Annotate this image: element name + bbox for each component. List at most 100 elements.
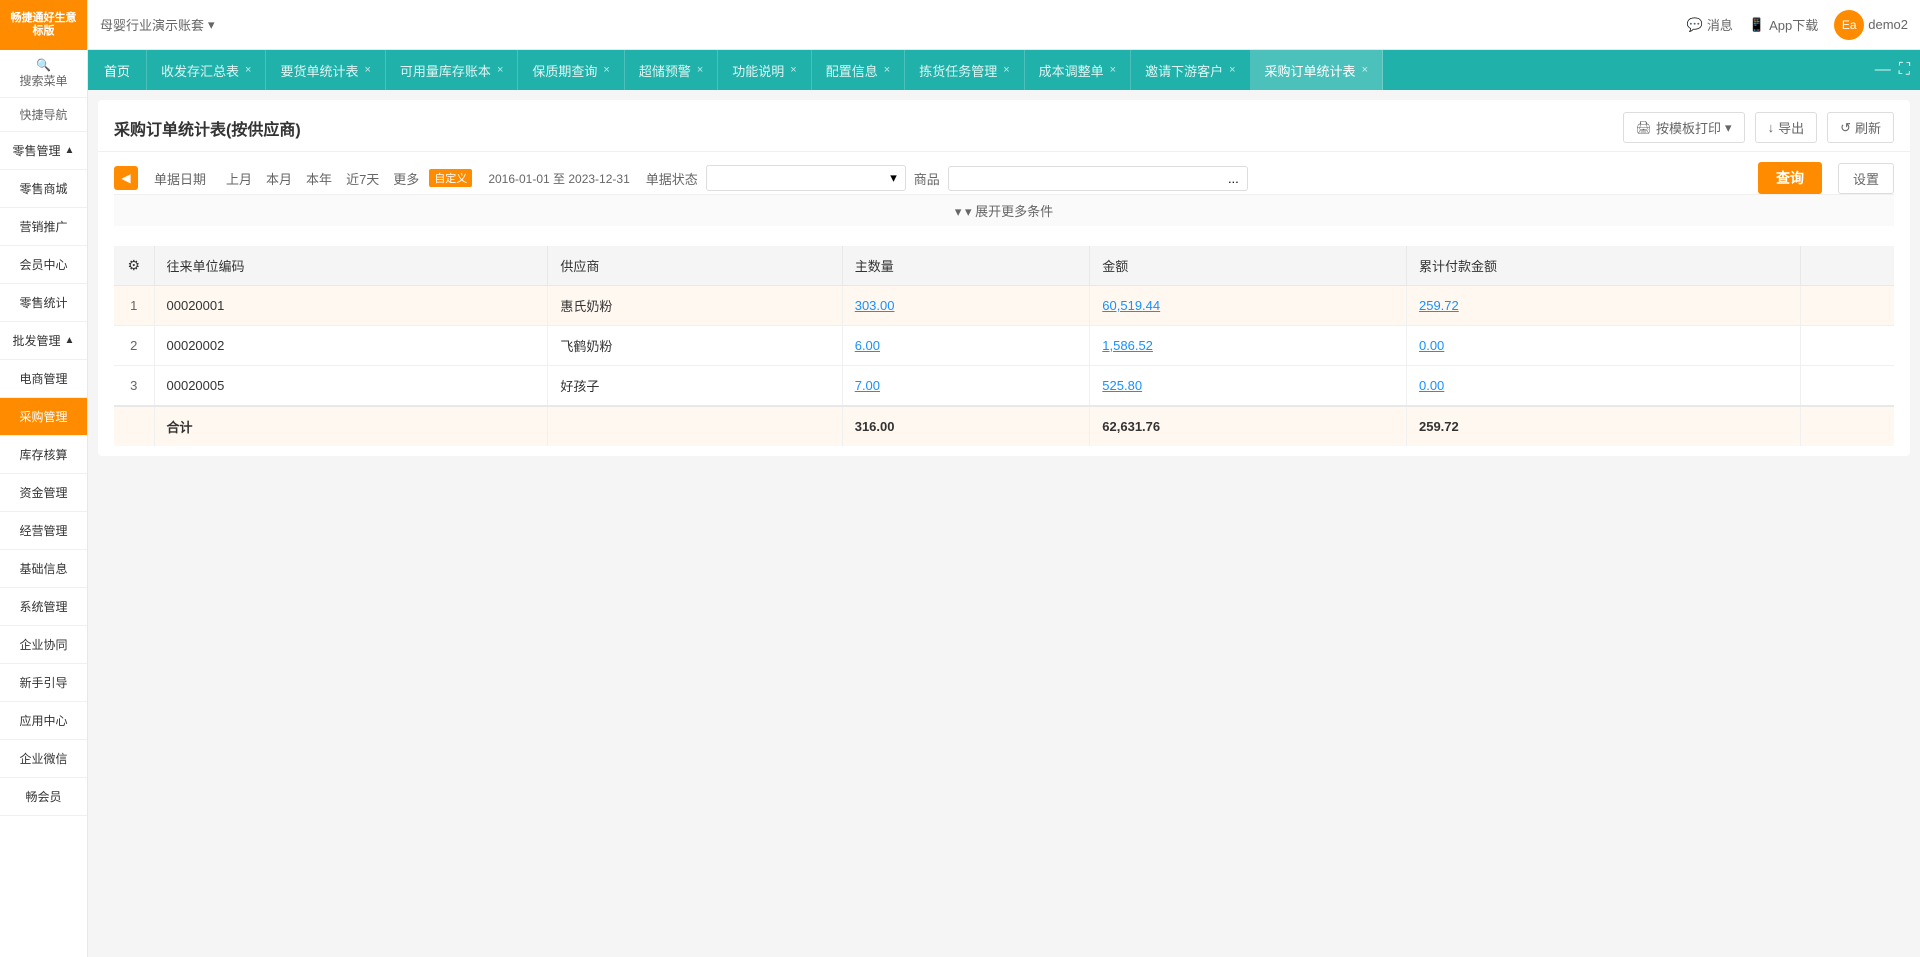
- sidebar: 畅捷通好生意 标版 🔍 搜索菜单 快捷导航 零售管理 ▲ 零售商城 营销推广 会…: [0, 0, 88, 957]
- sidebar-label-corpwechat: 企业微信: [19, 750, 67, 767]
- tab-inventory-book[interactable]: 可用量库存账本 ×: [386, 50, 518, 90]
- sidebar-item-retail-stat[interactable]: 零售统计: [0, 284, 87, 322]
- tab-close-funcguide[interactable]: ×: [790, 64, 796, 76]
- tab-label-invitecust: 邀请下游客户: [1145, 61, 1223, 80]
- export-button[interactable]: ↓ 导出: [1755, 112, 1818, 143]
- settings-icon[interactable]: ⚙: [127, 257, 140, 273]
- sidebar-label-finance: 资金管理: [19, 484, 67, 501]
- sidebar-item-finance[interactable]: 资金管理: [0, 474, 87, 512]
- tab-label-funcguide: 功能说明: [732, 61, 784, 80]
- tab-label-order-stat: 要货单统计表: [280, 61, 358, 80]
- tab-close-inventory-book[interactable]: ×: [497, 64, 503, 76]
- tab-bar-actions: — ⛶: [1865, 61, 1920, 79]
- toggle-icon: ◀: [121, 171, 130, 185]
- sidebar-item-collab[interactable]: 企业协同: [0, 626, 87, 664]
- search-button[interactable]: 查询: [1758, 162, 1822, 194]
- avatar: Ea: [1834, 10, 1864, 40]
- tab-purchase-stat[interactable]: 采购订单统计表 ×: [1251, 50, 1383, 90]
- refresh-button[interactable]: ↺ 刷新: [1827, 112, 1894, 143]
- sidebar-item-wholesale[interactable]: 批发管理 ▲: [0, 322, 87, 360]
- sidebar-item-basic[interactable]: 基础信息: [0, 550, 87, 588]
- tab-expiry[interactable]: 保质期查询 ×: [518, 50, 624, 90]
- sidebar-item-appcenter[interactable]: 应用中心: [0, 702, 87, 740]
- sidebar-item-corpwechat[interactable]: 企业微信: [0, 740, 87, 778]
- tab-close-expiry[interactable]: ×: [603, 64, 609, 76]
- print-button[interactable]: 🖨 按模板打印 ▾: [1623, 112, 1745, 143]
- date-opt-thisyear[interactable]: 本年: [302, 167, 336, 190]
- account-selector[interactable]: 母婴行业演示账套 ▾: [100, 15, 215, 34]
- tab-close-order-stat[interactable]: ×: [364, 64, 370, 76]
- user-profile[interactable]: Ea demo2: [1834, 10, 1908, 40]
- expand-more-button[interactable]: ▾ ▾ 展开更多条件: [114, 194, 1894, 226]
- date-opt-thismonth[interactable]: 本月: [262, 167, 296, 190]
- sidebar-label-system: 系统管理: [19, 598, 67, 615]
- tab-costadj[interactable]: 成本调整单 ×: [1025, 50, 1131, 90]
- sidebar-item-search[interactable]: 🔍 搜索菜单: [0, 50, 87, 98]
- username: demo2: [1868, 17, 1908, 32]
- tab-config[interactable]: 配置信息 ×: [812, 50, 905, 90]
- top-bar-right: 💬 消息 📱 App下载 Ea demo2: [1687, 10, 1908, 40]
- sidebar-label-marketing: 营销推广: [19, 218, 67, 235]
- chevron-down-icon3: ▾: [208, 17, 215, 33]
- app-download-button[interactable]: 📱 App下载: [1749, 15, 1818, 34]
- tab-invitecust[interactable]: 邀请下游客户 ×: [1131, 50, 1250, 90]
- refresh-label: 刷新: [1855, 118, 1881, 137]
- date-opt-7days[interactable]: 近7天: [342, 167, 383, 190]
- date-range-display: 2016-01-01 至 2023-12-31: [488, 170, 629, 187]
- sidebar-item-member2[interactable]: 畅会员: [0, 778, 87, 816]
- tab-order-stat[interactable]: 要货单统计表 ×: [266, 50, 385, 90]
- tab-maximize-icon[interactable]: ⛶: [1899, 61, 1910, 79]
- sidebar-label-basic: 基础信息: [19, 560, 67, 577]
- date-opt-more[interactable]: 更多: [389, 167, 423, 190]
- tab-taskmanage[interactable]: 拣货任务管理 ×: [905, 50, 1024, 90]
- tab-close-costadj[interactable]: ×: [1110, 64, 1116, 76]
- goods-input[interactable]: ...: [948, 166, 1248, 191]
- tab-label-expiry: 保质期查询: [532, 61, 597, 80]
- tab-close-overstock[interactable]: ×: [697, 64, 703, 76]
- tab-funcguide[interactable]: 功能说明 ×: [718, 50, 811, 90]
- sidebar-item-system[interactable]: 系统管理: [0, 588, 87, 626]
- page-content: 采购订单统计表(按供应商) 🖨 按模板打印 ▾ ↓ 导出 ↺ 刷新: [88, 90, 1920, 957]
- settings-button[interactable]: 设置: [1838, 163, 1894, 194]
- sidebar-item-member[interactable]: 会员中心: [0, 246, 87, 284]
- tab-overstock[interactable]: 超储预警 ×: [625, 50, 718, 90]
- page-title: 采购订单统计表(按供应商): [114, 116, 301, 140]
- sidebar-item-marketing[interactable]: 营销推广: [0, 208, 87, 246]
- tab-minimize-icon[interactable]: —: [1875, 61, 1891, 79]
- sidebar-item-newbie[interactable]: 新手引导: [0, 664, 87, 702]
- table-row: 3 00020005 好孩子 7.00 525.80 0.00: [114, 366, 1894, 407]
- status-filter-label: 单据状态: [646, 169, 698, 188]
- page-header: 采购订单统计表(按供应商) 🖨 按模板打印 ▾ ↓ 导出 ↺ 刷新: [98, 100, 1910, 152]
- sidebar-label-newbie: 新手引导: [19, 674, 67, 691]
- cell-amount: 525.80: [1090, 366, 1407, 407]
- tab-close-config[interactable]: ×: [884, 64, 890, 76]
- date-opt-lastmonth[interactable]: 上月: [222, 167, 256, 190]
- sidebar-label-ecommerce: 电商管理: [19, 370, 67, 387]
- sidebar-label-quicknav: 快捷导航: [19, 108, 67, 122]
- tab-close-purchase-stat[interactable]: ×: [1362, 64, 1368, 76]
- sidebar-item-quicknav[interactable]: 快捷导航: [0, 98, 87, 132]
- tab-close-invitecust[interactable]: ×: [1229, 64, 1235, 76]
- table-area: ⚙ 往来单位编码 供应商 主数量: [98, 236, 1910, 456]
- sidebar-item-operation[interactable]: 经营管理: [0, 512, 87, 550]
- message-button[interactable]: 💬 消息: [1687, 15, 1733, 34]
- sidebar-item-purchase[interactable]: 采购管理: [0, 398, 87, 436]
- sidebar-logo: 畅捷通好生意 标版: [0, 0, 87, 50]
- tab-receive-send[interactable]: 收发存汇总表 ×: [147, 50, 266, 90]
- status-select[interactable]: ▾: [706, 165, 906, 191]
- sidebar-label-appcenter: 应用中心: [19, 712, 67, 729]
- tab-close-receive-send[interactable]: ×: [245, 64, 251, 76]
- sidebar-label-inventory: 库存核算: [19, 446, 67, 463]
- cell-amount: 1,586.52: [1090, 326, 1407, 366]
- th-qty: 主数量: [842, 246, 1090, 286]
- sidebar-item-retail-mall[interactable]: 零售商城: [0, 170, 87, 208]
- tab-label-taskmanage: 拣货任务管理: [919, 61, 997, 80]
- sidebar-item-retail[interactable]: 零售管理 ▲: [0, 132, 87, 170]
- th-checkbox: ⚙: [114, 246, 154, 286]
- tab-home[interactable]: 首页: [88, 50, 147, 90]
- filter-toggle-button[interactable]: ◀: [114, 166, 138, 190]
- sidebar-item-ecommerce[interactable]: 电商管理: [0, 360, 87, 398]
- tab-close-taskmanage[interactable]: ×: [1003, 64, 1009, 76]
- date-badge-custom[interactable]: 自定义: [429, 169, 472, 187]
- sidebar-item-inventory[interactable]: 库存核算: [0, 436, 87, 474]
